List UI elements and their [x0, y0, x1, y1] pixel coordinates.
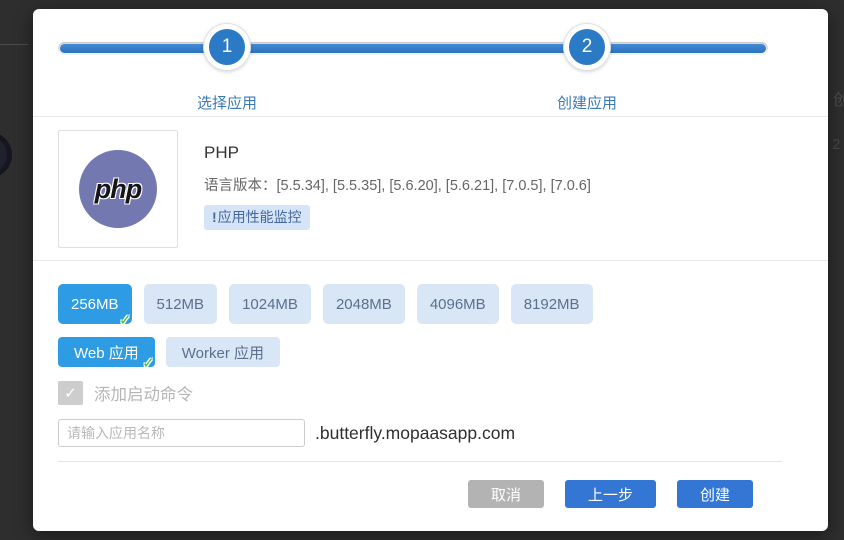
previous-step-button[interactable]: 上一步	[564, 480, 656, 508]
step-1-indicator: 1	[204, 24, 250, 70]
cancel-button[interactable]: 取消	[467, 480, 544, 508]
memory-options-row: 256MB ✓ 512MB 1024MB 2048MB 4096MB 8192MB	[58, 284, 803, 328]
app-versions-text: 语言版本：[5.5.34], [5.5.35], [5.6.20], [5.6.…	[204, 178, 591, 194]
background-text-fragment: 创	[833, 92, 844, 109]
section-divider	[33, 260, 828, 261]
memory-option-256mb[interactable]: 256MB ✓	[58, 284, 132, 328]
stepper-track	[58, 42, 768, 55]
memory-option-2048mb[interactable]: 2048MB	[322, 284, 405, 324]
startup-command-label: 添加启动命令	[94, 386, 193, 404]
step-select-app: 1 选择应用	[172, 9, 282, 113]
step-2-indicator: 2	[564, 24, 610, 70]
startup-command-checkbox[interactable]: ✓	[58, 381, 83, 405]
dialog-footer: 取消 上一步 创建	[33, 480, 753, 508]
step-2-label: 创建应用	[556, 95, 617, 112]
monitor-badge-label: 应用性能监控	[217, 209, 302, 225]
app-card: php	[58, 130, 178, 248]
footer-divider	[58, 461, 782, 462]
app-info: PHP 语言版本：[5.5.34], [5.5.35], [5.6.20], […	[204, 130, 591, 248]
app-name-input[interactable]	[58, 419, 305, 447]
domain-suffix-text: .butterfly.mopaasapp.com	[315, 422, 516, 443]
step-1-label: 选择应用	[196, 95, 257, 112]
memory-option-512mb[interactable]: 512MB	[143, 284, 218, 324]
selected-check-icon: ✓	[142, 355, 155, 372]
app-name-title: PHP	[204, 143, 239, 162]
checkbox-check-icon: ✓	[64, 385, 77, 402]
performance-monitor-badge[interactable]: !应用性能监控	[204, 205, 310, 230]
type-option-worker[interactable]: Worker 应用	[165, 337, 280, 367]
memory-option-4096mb[interactable]: 4096MB	[416, 284, 499, 324]
wizard-stepper: 1 选择应用 2 创建应用	[33, 9, 828, 117]
background-logo-fragment	[0, 132, 12, 178]
type-option-web[interactable]: Web 应用 ✓	[58, 337, 155, 371]
memory-option-1024mb[interactable]: 1024MB	[229, 284, 311, 324]
startup-command-row: ✓ 添加启动命令	[58, 381, 803, 405]
monitor-badge-icon: !	[212, 209, 217, 225]
memory-option-8192mb[interactable]: 8192MB	[510, 284, 593, 324]
selected-app-section: php PHP 语言版本：[5.5.34], [5.5.35], [5.6.20…	[33, 117, 828, 248]
php-logo-icon: php	[79, 150, 157, 228]
app-type-options-row: Web 应用 ✓ Worker 应用	[58, 337, 803, 371]
selected-check-icon: ✓	[118, 312, 132, 329]
modal-overlay: 创 2 1 选择应用 2 创建应用 php PHP 语言版本：[5.5.34],…	[0, 0, 844, 540]
background-page-fragment	[0, 27, 28, 45]
create-app-dialog: 1 选择应用 2 创建应用 php PHP 语言版本：[5.5.34], [5.…	[33, 9, 828, 531]
stepper-progress-fill	[60, 44, 766, 53]
step-create-app: 2 创建应用	[532, 9, 642, 113]
background-number-fragment: 2	[832, 136, 841, 153]
create-button[interactable]: 创建	[676, 480, 753, 508]
app-name-row: .butterfly.mopaasapp.com	[58, 419, 803, 447]
